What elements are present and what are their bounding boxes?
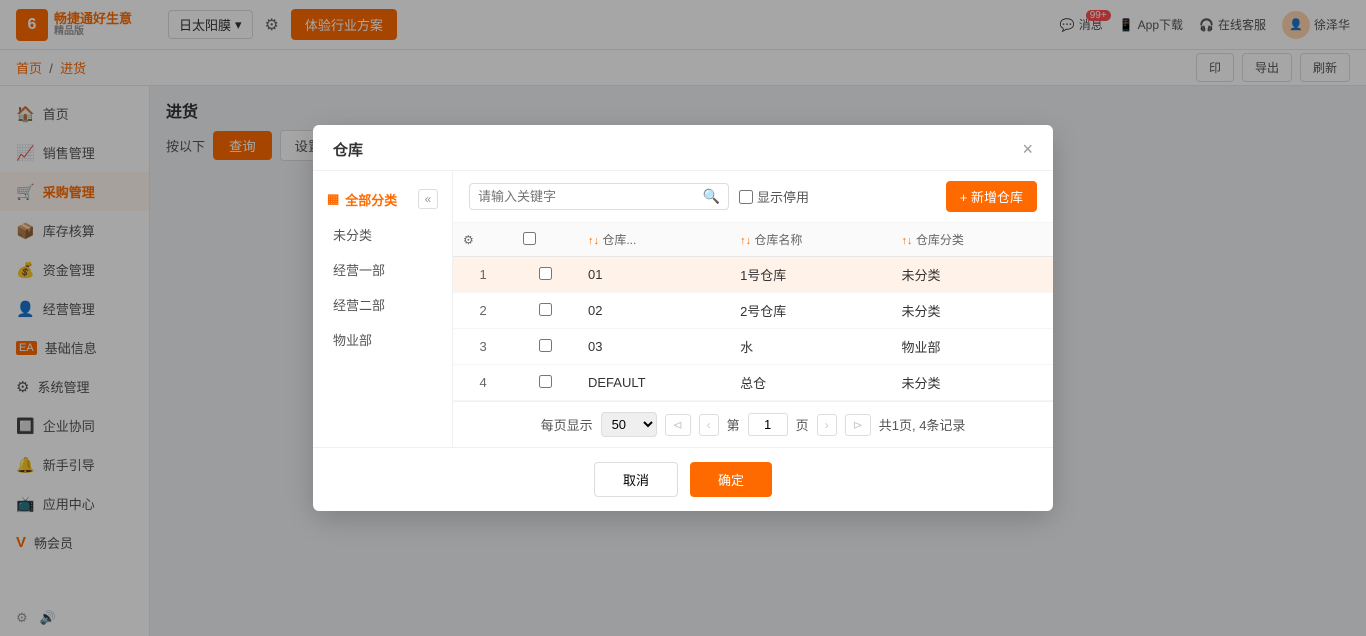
- col-name: ↑↓ 仓库名称: [730, 223, 891, 257]
- row-category: 未分类: [892, 257, 1054, 293]
- search-icon[interactable]: 🔍: [703, 188, 720, 205]
- warehouse-modal: 仓库 × ▦ 全部分类 « 未分类 经营一部 经营二部 物业部 🔍: [313, 125, 1053, 511]
- col-category: ↑↓ 仓库分类: [892, 223, 1054, 257]
- modal-title: 仓库: [333, 139, 363, 160]
- page-label: 第: [727, 415, 740, 434]
- row-name: 1号仓库: [730, 257, 891, 293]
- search-input[interactable]: [478, 189, 703, 204]
- pagination-bar: 每页显示 50 20 100 ⊲ ‹ 第 页 › ⊳ 共1页, 4条记录: [453, 401, 1053, 447]
- row-category: 未分类: [892, 365, 1054, 401]
- category-item-dept2[interactable]: 经营二部: [313, 287, 452, 322]
- row-checkbox[interactable]: [539, 339, 552, 352]
- table-row[interactable]: 1 01 1号仓库 未分类: [453, 257, 1053, 293]
- table-row[interactable]: 4 DEFAULT 总仓 未分类: [453, 365, 1053, 401]
- show-disabled-label[interactable]: 显示停用: [739, 187, 809, 206]
- show-disabled-checkbox[interactable]: [739, 190, 753, 204]
- row-code: 03: [578, 329, 730, 365]
- confirm-btn[interactable]: 确定: [690, 462, 772, 497]
- row-checkbox-cell: [513, 257, 578, 293]
- modal-header: 仓库 ×: [313, 125, 1053, 171]
- warehouse-table-wrap: ⚙ ↑↓ 仓库... ↑↓ 仓库名称 ↑↓ 仓库分类 1 01 1号仓库: [453, 223, 1053, 401]
- modal-close-btn[interactable]: ×: [1022, 139, 1033, 160]
- all-category-item[interactable]: ▦ 全部分类 «: [313, 181, 452, 217]
- category-item-property[interactable]: 物业部: [313, 322, 452, 357]
- last-page-btn[interactable]: ⊳: [845, 414, 871, 436]
- sort-icon-code: ↑↓: [588, 235, 599, 247]
- settings-col-icon[interactable]: ⚙: [463, 233, 474, 247]
- row-index: 4: [453, 365, 513, 401]
- col-settings: ⚙: [453, 223, 513, 257]
- row-checkbox-cell: [513, 329, 578, 365]
- prev-page-btn[interactable]: ‹: [699, 414, 719, 436]
- row-code: DEFAULT: [578, 365, 730, 401]
- modal-main-area: 🔍 显示停用 + 新增仓库 ⚙ ↑↓ 仓库... ↑↓ 仓库名称: [453, 171, 1053, 447]
- sort-icon-name: ↑↓: [740, 235, 751, 247]
- row-index: 1: [453, 257, 513, 293]
- modal-category-sidebar: ▦ 全部分类 « 未分类 经营一部 经营二部 物业部: [313, 171, 453, 447]
- all-category-label: 全部分类: [345, 190, 397, 209]
- row-checkbox-cell: [513, 365, 578, 401]
- collapse-sidebar-btn[interactable]: «: [418, 189, 438, 209]
- add-warehouse-btn[interactable]: + 新增仓库: [946, 181, 1037, 212]
- per-page-select[interactable]: 50 20 100: [601, 412, 657, 437]
- modal-toolbar: 🔍 显示停用 + 新增仓库: [453, 171, 1053, 223]
- row-category: 未分类: [892, 293, 1054, 329]
- row-name: 2号仓库: [730, 293, 891, 329]
- category-item-dept1[interactable]: 经营一部: [313, 252, 452, 287]
- grid-icon: ▦: [327, 191, 339, 207]
- row-checkbox[interactable]: [539, 303, 552, 316]
- table-row[interactable]: 3 03 水 物业部: [453, 329, 1053, 365]
- page-unit: 页: [796, 415, 809, 434]
- warehouse-table: ⚙ ↑↓ 仓库... ↑↓ 仓库名称 ↑↓ 仓库分类 1 01 1号仓库: [453, 223, 1053, 401]
- table-row[interactable]: 2 02 2号仓库 未分类: [453, 293, 1053, 329]
- page-input[interactable]: [748, 413, 788, 436]
- row-code: 01: [578, 257, 730, 293]
- first-page-btn[interactable]: ⊲: [665, 414, 691, 436]
- row-index: 3: [453, 329, 513, 365]
- sort-icon-category: ↑↓: [902, 235, 913, 247]
- per-page-label: 每页显示: [541, 415, 593, 434]
- category-item-unclassified[interactable]: 未分类: [313, 217, 452, 252]
- search-box: 🔍: [469, 183, 729, 210]
- total-info: 共1页, 4条记录: [879, 415, 966, 434]
- show-disabled-text: 显示停用: [757, 187, 809, 206]
- col-select: [513, 223, 578, 257]
- next-page-btn[interactable]: ›: [817, 414, 837, 436]
- row-name: 水: [730, 329, 891, 365]
- row-checkbox[interactable]: [539, 267, 552, 280]
- row-code: 02: [578, 293, 730, 329]
- row-checkbox-cell: [513, 293, 578, 329]
- row-name: 总仓: [730, 365, 891, 401]
- cancel-btn[interactable]: 取消: [594, 462, 678, 497]
- modal-actions: 取消 确定: [313, 447, 1053, 511]
- select-all-checkbox[interactable]: [523, 232, 536, 245]
- modal-body: ▦ 全部分类 « 未分类 经营一部 经营二部 物业部 🔍 显示停用 + 新增仓库: [313, 171, 1053, 447]
- row-checkbox[interactable]: [539, 375, 552, 388]
- row-category: 物业部: [892, 329, 1054, 365]
- col-code: ↑↓ 仓库...: [578, 223, 730, 257]
- row-index: 2: [453, 293, 513, 329]
